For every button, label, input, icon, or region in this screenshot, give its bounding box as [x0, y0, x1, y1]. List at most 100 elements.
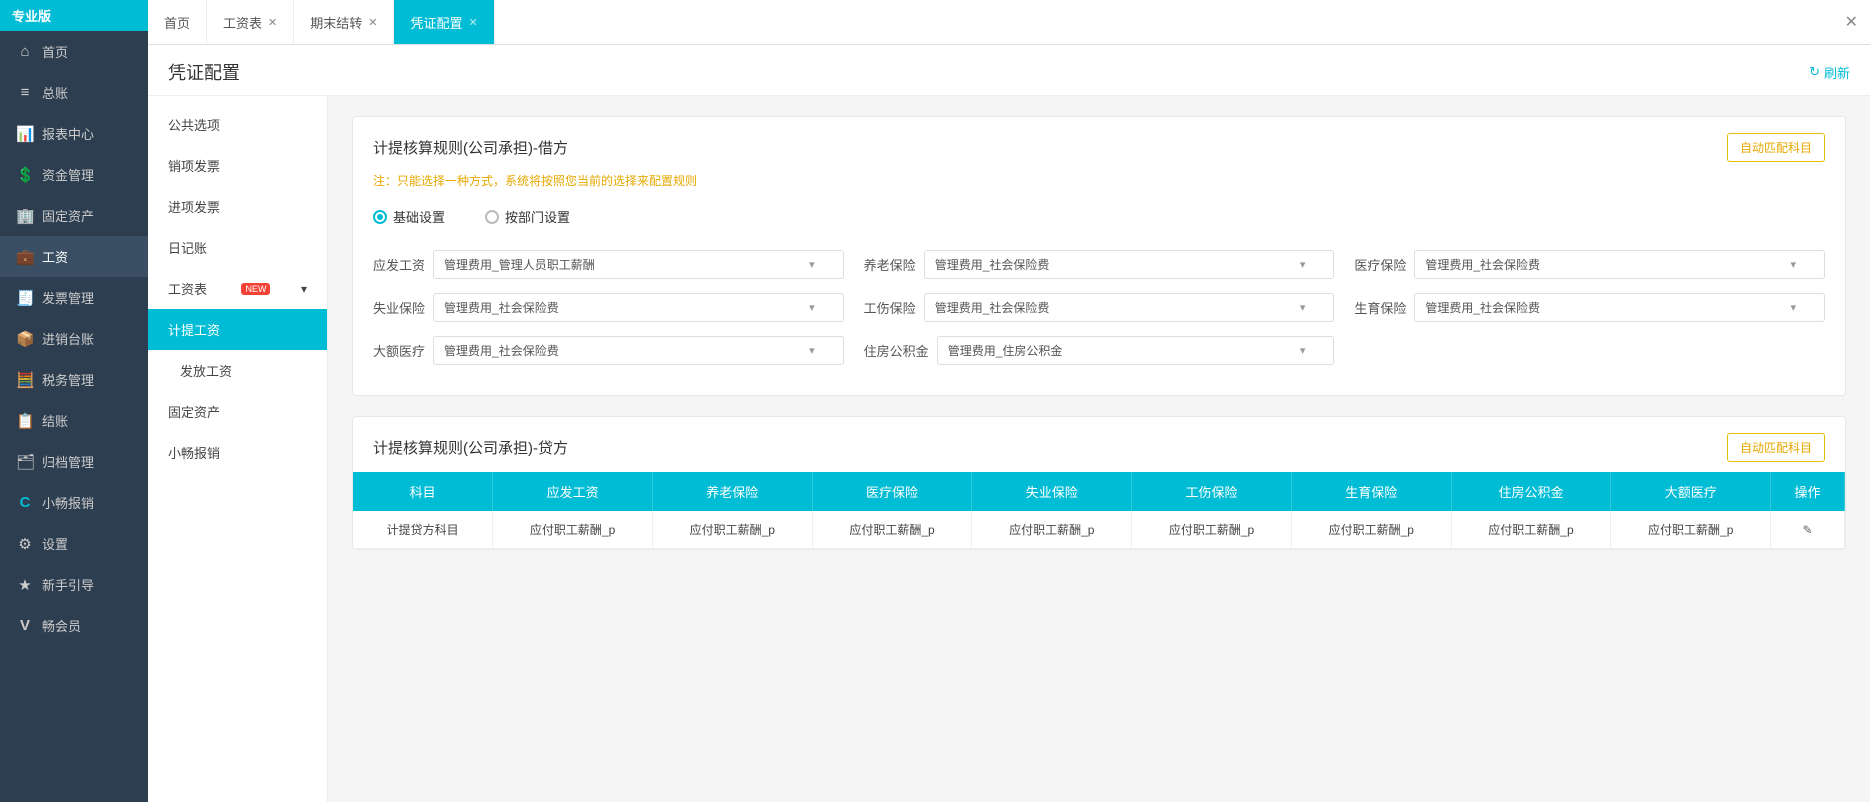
chevron-down-icon: ▾	[1300, 258, 1306, 271]
sidebar-item-ledger[interactable]: ≡ 总账	[0, 72, 148, 113]
radio-department-circle	[485, 210, 499, 224]
left-nav: 公共选项 销项发票 进项发票 日记账 工资表 NEW 计提工资 发放工资 固	[148, 96, 328, 802]
nav-item-salary-table[interactable]: 工资表 NEW	[148, 268, 327, 309]
tab-salary[interactable]: 工资表 ✕	[207, 0, 294, 44]
field-medical-select[interactable]: 管理费用_社会保险费 ▾	[1414, 250, 1825, 279]
sidebar-item-guide[interactable]: ★ 新手引导	[0, 564, 148, 605]
row-medical-val: 应付职工薪酬_p	[812, 511, 972, 549]
nav-item-sales-invoice[interactable]: 销项发票	[148, 145, 327, 186]
nav-item-public-options[interactable]: 公共选项	[148, 104, 327, 145]
sidebar-item-label: 结账	[42, 411, 68, 430]
col-housing: 住房公积金	[1451, 472, 1611, 511]
sidebar-item-home[interactable]: ⌂ 首页	[0, 31, 148, 72]
row-action-edit[interactable]: ✎	[1771, 511, 1845, 549]
sidebar-item-member[interactable]: V 畅会员	[0, 605, 148, 646]
credit-table: 科目 应发工资 养老保险 医疗保险 失业保险 工伤保险 生育保险 住房公积金 大…	[353, 472, 1845, 549]
settings-icon: ⚙	[16, 535, 34, 553]
refresh-label: 刷新	[1824, 63, 1850, 82]
content-area: 公共选项 销项发票 进项发票 日记账 工资表 NEW 计提工资 发放工资 固	[148, 96, 1870, 802]
field-housing-fund-select[interactable]: 管理费用_住房公积金 ▾	[937, 336, 1335, 365]
nav-item-purchase-invoice[interactable]: 进项发票	[148, 186, 327, 227]
nav-item-calc-salary[interactable]: 计提工资	[148, 309, 327, 350]
chevron-down-icon: ▾	[809, 344, 815, 357]
debit-auto-match-button[interactable]: 自动匹配科目	[1727, 133, 1825, 162]
field-injury-select[interactable]: 管理费用_社会保险费 ▾	[924, 293, 1335, 322]
tab-period-close-close[interactable]: ✕	[368, 16, 377, 29]
col-pension: 养老保险	[652, 472, 812, 511]
form-row-1: 应发工资 管理费用_管理人员职工薪酬 ▾ 养老保险 管理费用_社会保险费 ▾	[373, 250, 1825, 279]
tab-voucher-config-close[interactable]: ✕	[469, 16, 478, 29]
row-pension-val: 应付职工薪酬_p	[652, 511, 812, 549]
radio-group: 基础设置 按部门设置	[353, 199, 1845, 242]
sidebar-item-label: 资金管理	[42, 165, 94, 184]
ledger-icon: ≡	[16, 84, 34, 101]
nav-item-pay-salary[interactable]: 发放工资	[148, 350, 327, 391]
field-pension-value: 管理费用_社会保险费	[935, 256, 1296, 273]
nav-item-label: 固定资产	[168, 402, 220, 421]
col-injury: 工伤保险	[1132, 472, 1292, 511]
radio-department[interactable]: 按部门设置	[485, 207, 570, 226]
sidebar-item-inventory[interactable]: 📦 进销台账	[0, 318, 148, 359]
sidebar-item-tax[interactable]: 🧮 税务管理	[0, 359, 148, 400]
tab-period-close[interactable]: 期末结转 ✕	[294, 0, 394, 44]
row-maternity-val: 应付职工薪酬_p	[1291, 511, 1451, 549]
tab-salary-label: 工资表	[223, 13, 262, 32]
nav-item-journal[interactable]: 日记账	[148, 227, 327, 268]
field-large-medical-value: 管理费用_社会保险费	[444, 342, 805, 359]
debit-section-title: 计提核算规则(公司承担)-借方	[373, 137, 568, 158]
field-housing-fund: 住房公积金 管理费用_住房公积金 ▾	[864, 336, 1335, 365]
field-injury-label: 工伤保险	[864, 298, 916, 317]
guide-icon: ★	[16, 576, 34, 594]
debit-section-header: 计提核算规则(公司承担)-借方 自动匹配科目	[353, 117, 1845, 172]
tab-salary-close[interactable]: ✕	[268, 16, 277, 29]
col-large-medical: 大额医疗	[1611, 472, 1771, 511]
nav-item-xiaochang-expense[interactable]: 小畅报销	[148, 432, 327, 473]
tab-voucher-config[interactable]: 凭证配置 ✕	[394, 0, 494, 44]
nav-item-label: 小畅报销	[168, 443, 220, 462]
app-logo: 专业版	[0, 0, 148, 31]
field-salary-value: 管理费用_管理人员职工薪酬	[444, 256, 805, 273]
tab-bar-close-button[interactable]: ✕	[1833, 12, 1870, 32]
member-icon: V	[16, 617, 34, 634]
sidebar-item-settings[interactable]: ⚙ 设置	[0, 523, 148, 564]
xiaochang-icon: C	[16, 494, 34, 511]
debit-notice-text: 注：只能选择一种方式，系统将按照您当前的选择来配置规则	[353, 172, 1845, 199]
radio-basic[interactable]: 基础设置	[373, 207, 445, 226]
sidebar-item-xiaochang[interactable]: C 小畅报销	[0, 482, 148, 523]
credit-auto-match-button[interactable]: 自动匹配科目	[1727, 433, 1825, 462]
sidebar-item-archive[interactable]: 🗂 归档管理	[0, 441, 148, 482]
field-medical-value: 管理费用_社会保险费	[1425, 256, 1786, 273]
field-pension: 养老保险 管理费用_社会保险费 ▾	[864, 250, 1335, 279]
field-large-medical-select[interactable]: 管理费用_社会保险费 ▾	[433, 336, 844, 365]
field-pension-select[interactable]: 管理费用_社会保险费 ▾	[924, 250, 1335, 279]
field-unemployment-select[interactable]: 管理费用_社会保险费 ▾	[433, 293, 844, 322]
field-medical-label: 医疗保险	[1354, 255, 1406, 274]
col-maternity: 生育保险	[1291, 472, 1451, 511]
row-salary-val: 应付职工薪酬_p	[493, 511, 653, 549]
nav-item-fixed-assets[interactable]: 固定资产	[148, 391, 327, 432]
inventory-icon: 📦	[16, 330, 34, 348]
form-row-2: 失业保险 管理费用_社会保险费 ▾ 工伤保险 管理费用_社会保险费 ▾	[373, 293, 1825, 322]
sidebar-item-fixed-assets[interactable]: 🏢 固定资产	[0, 195, 148, 236]
field-salary-select[interactable]: 管理费用_管理人员职工薪酬 ▾	[433, 250, 844, 279]
edit-icon[interactable]: ✎	[1803, 523, 1813, 537]
chevron-down-icon: ▾	[809, 258, 815, 271]
field-maternity-select[interactable]: 管理费用_社会保险费 ▾	[1414, 293, 1825, 322]
col-action: 操作	[1771, 472, 1845, 511]
credit-section: 计提核算规则(公司承担)-贷方 自动匹配科目 科目 应发工资 养老保险 医疗保险…	[352, 416, 1846, 550]
refresh-button[interactable]: ↻ 刷新	[1809, 63, 1850, 82]
sidebar-item-invoice[interactable]: 🧾 发票管理	[0, 277, 148, 318]
sidebar-item-closing[interactable]: 📋 结账	[0, 400, 148, 441]
form-row-3: 大额医疗 管理费用_社会保险费 ▾ 住房公积金 管理费用_住房公积金 ▾	[373, 336, 1825, 365]
field-salary: 应发工资 管理费用_管理人员职工薪酬 ▾	[373, 250, 844, 279]
sidebar-item-funds[interactable]: 💲 资金管理	[0, 154, 148, 195]
row-housing-val: 应付职工薪酬_p	[1451, 511, 1611, 549]
field-unemployment-value: 管理费用_社会保险费	[444, 299, 805, 316]
sidebar-item-reports[interactable]: 📊 报表中心	[0, 113, 148, 154]
sidebar-item-salary[interactable]: 💼 工资	[0, 236, 148, 277]
chevron-down-icon: ▾	[1300, 344, 1306, 357]
chevron-down-icon: ▾	[1790, 258, 1796, 271]
content-header: 凭证配置 ↻ 刷新	[148, 45, 1870, 96]
field-large-medical: 大额医疗 管理费用_社会保险费 ▾	[373, 336, 844, 365]
tab-home[interactable]: 首页	[148, 0, 207, 44]
